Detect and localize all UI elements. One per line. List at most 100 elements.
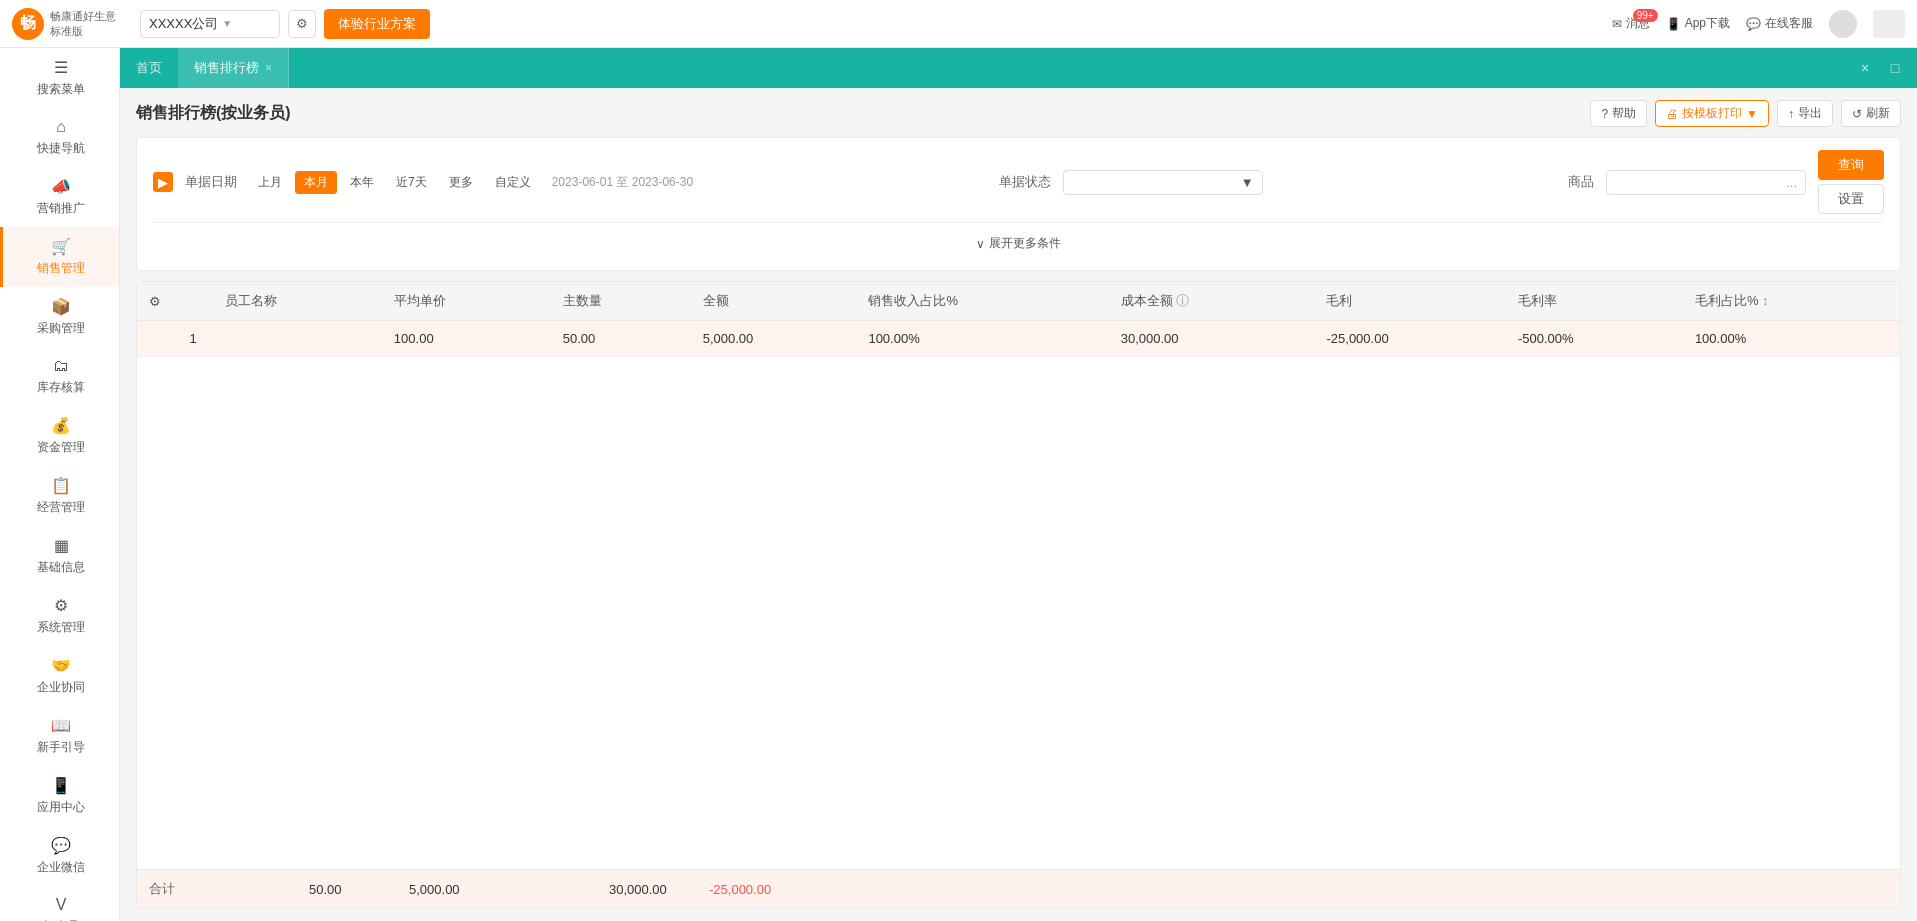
tab-home[interactable]: 首页 (120, 48, 178, 88)
table-container: ⚙ 员工名称 平均单价 主数量 全额 销售收入占比% 成本全额 ⓘ (136, 281, 1901, 909)
sidebar-item-quick-nav[interactable]: ⌂ 快捷导航 (0, 108, 119, 167)
tab-maximize-button[interactable]: □ (1881, 54, 1909, 82)
tab-sales-ranking[interactable]: 销售排行榜 × (178, 48, 289, 88)
date-buttons: 上月 本月 本年 近7天 更多 自定义 (249, 171, 540, 194)
cell-name (213, 321, 382, 357)
page-actions: ? 帮助 🖨 按模板打印 ▼ ↑ 导出 ↺ 刷新 (1590, 100, 1901, 127)
message-icon: ✉ (1612, 17, 1622, 31)
settings-button[interactable]: 设置 (1818, 184, 1884, 214)
sidebar-item-marketing[interactable]: 📣 营销推广 (0, 167, 119, 227)
col-name-header: 员工名称 (213, 282, 382, 321)
expand-label: 展开更多条件 (989, 235, 1061, 252)
footer-gross-profit: -25,000.00 (709, 882, 789, 897)
gross-pct-sort-icon[interactable]: ↕ (1762, 293, 1769, 308)
app-download-label: App下载 (1685, 15, 1730, 32)
footer-quantity: 50.00 (309, 882, 389, 897)
col-gross-profit-header: 毛利 (1314, 282, 1505, 321)
sidebar-item-search[interactable]: ☰ 搜索菜单 (0, 48, 119, 108)
sidebar-item-cooperation[interactable]: 🤝 企业协同 (0, 646, 119, 706)
sidebar-item-guide[interactable]: 📖 新手引导 (0, 706, 119, 766)
cost-info-icon[interactable]: ⓘ (1176, 293, 1189, 308)
sidebar-item-label: 销售管理 (37, 260, 85, 277)
tab-label: 销售排行榜 (194, 59, 259, 77)
sidebar-item-label: 采购管理 (37, 320, 85, 337)
sidebar-item-operations[interactable]: 📋 经营管理 (0, 466, 119, 526)
print-button[interactable]: 🖨 按模板打印 ▼ (1655, 100, 1769, 127)
page-title: 销售排行榜(按业务员) (136, 103, 291, 124)
online-service-button[interactable]: 💬 在线客服 (1746, 15, 1813, 32)
footer-amount: 5,000.00 (409, 882, 489, 897)
col-settings-header[interactable]: ⚙ (137, 282, 173, 321)
col-gross-pct-header: 毛利占比% ↕ (1683, 282, 1900, 321)
expand-more-conditions-btn[interactable]: ∨ 展开更多条件 (153, 229, 1884, 258)
search-icon: ☰ (54, 58, 68, 77)
sidebar-item-label: 快捷导航 (37, 140, 85, 157)
message-button[interactable]: ✉ 消息 99+ (1612, 15, 1650, 32)
message-badge: 99+ (1633, 9, 1658, 22)
sidebar-item-label: 库存核算 (37, 379, 85, 396)
date-cur-year-btn[interactable]: 本年 (341, 171, 383, 194)
settings-icon-button[interactable]: ⚙ (288, 10, 316, 38)
top-right-area: ✉ 消息 99+ 📱 App下载 💬 在线客服 (1612, 10, 1905, 38)
date-more-btn[interactable]: 更多 (440, 171, 482, 194)
cell-settings (137, 321, 173, 357)
sidebar-item-finance[interactable]: 💰 资金管理 (0, 406, 119, 466)
main-layout: ☰ 搜索菜单 ⌂ 快捷导航 📣 营销推广 🛒 销售管理 📦 采购管理 🗂 库存核… (0, 48, 1917, 921)
sidebar-item-apps[interactable]: 📱 应用中心 (0, 766, 119, 826)
system-icon: ⚙ (54, 596, 68, 615)
sidebar-item-system[interactable]: ⚙ 系统管理 (0, 586, 119, 646)
cell-rank: 1 (173, 321, 213, 357)
apps-icon: 📱 (51, 776, 71, 795)
expand-icon: ∨ (976, 237, 985, 251)
sidebar-item-purchase[interactable]: 📦 采购管理 (0, 287, 119, 347)
date-prev-month-btn[interactable]: 上月 (249, 171, 291, 194)
cell-gross-rate: -500.00% (1506, 321, 1683, 357)
date-filter-label: 单据日期 (185, 173, 237, 191)
date-cur-month-btn[interactable]: 本月 (295, 171, 337, 194)
service-icon: 💬 (1746, 17, 1761, 31)
sidebar-item-inventory[interactable]: 🗂 库存核算 (0, 347, 119, 406)
cell-quantity: 50.00 (551, 321, 691, 357)
page-header: 销售排行榜(按业务员) ? 帮助 🖨 按模板打印 ▼ ↑ 导出 (136, 100, 1901, 127)
tab-bar: 首页 销售排行榜 × × □ (120, 48, 1917, 88)
goods-input[interactable]: ... (1606, 170, 1806, 195)
refresh-button[interactable]: ↺ 刷新 (1841, 100, 1901, 127)
tab-close-button[interactable]: × (1851, 54, 1879, 82)
cell-amount: 5,000.00 (691, 321, 857, 357)
date-7days-btn[interactable]: 近7天 (387, 171, 436, 194)
tab-close-icon[interactable]: × (265, 61, 272, 75)
sidebar-item-label: 基础信息 (37, 559, 85, 576)
phone-icon: 📱 (1666, 17, 1681, 31)
gear-icon: ⚙ (296, 16, 308, 31)
date-custom-btn[interactable]: 自定义 (486, 171, 540, 194)
tab-actions: × □ (1851, 48, 1917, 88)
sidebar-item-wechat[interactable]: 💬 企业微信 (0, 826, 119, 886)
wechat-icon: 💬 (51, 836, 71, 855)
export-button[interactable]: ↑ 导出 (1777, 100, 1833, 127)
sidebar-item-member[interactable]: V 畅会员 (0, 886, 119, 921)
trial-button[interactable]: 体验行业方案 (324, 9, 430, 39)
filter-row-1: ▶ 单据日期 上月 本月 本年 近7天 更多 自定义 2023-06-01 至 … (153, 150, 1884, 214)
status-select[interactable]: ▼ (1063, 170, 1263, 195)
query-button[interactable]: 查询 (1818, 150, 1884, 180)
company-selector[interactable]: XXXXX公司 ▼ (140, 10, 280, 38)
avatar[interactable] (1829, 10, 1857, 38)
sidebar-item-basics[interactable]: ▦ 基础信息 (0, 526, 119, 586)
logo-area: 畅 畅康通好生意 标准版 (12, 8, 132, 40)
goods-filter-label: 商品 (1568, 173, 1594, 191)
export-icon: ↑ (1788, 107, 1794, 121)
company-name: XXXXX公司 (149, 15, 218, 33)
data-table: ⚙ 员工名称 平均单价 主数量 全额 销售收入占比% 成本全额 ⓘ (137, 282, 1900, 357)
goods-more-icon: ... (1786, 175, 1797, 190)
col-gross-rate-header: 毛利率 (1506, 282, 1683, 321)
print-chevron: ▼ (1746, 107, 1758, 121)
sidebar-item-sales[interactable]: 🛒 销售管理 (0, 227, 119, 287)
app-download-button[interactable]: 📱 App下载 (1666, 15, 1730, 32)
cooperation-icon: 🤝 (51, 656, 71, 675)
filter-expand-arrow[interactable]: ▶ (153, 172, 173, 192)
user-menu[interactable] (1873, 10, 1905, 38)
refresh-icon: ↺ (1852, 107, 1862, 121)
sidebar-item-label: 企业协同 (37, 679, 85, 696)
status-chevron-icon: ▼ (1241, 175, 1254, 190)
help-button[interactable]: ? 帮助 (1590, 100, 1647, 127)
